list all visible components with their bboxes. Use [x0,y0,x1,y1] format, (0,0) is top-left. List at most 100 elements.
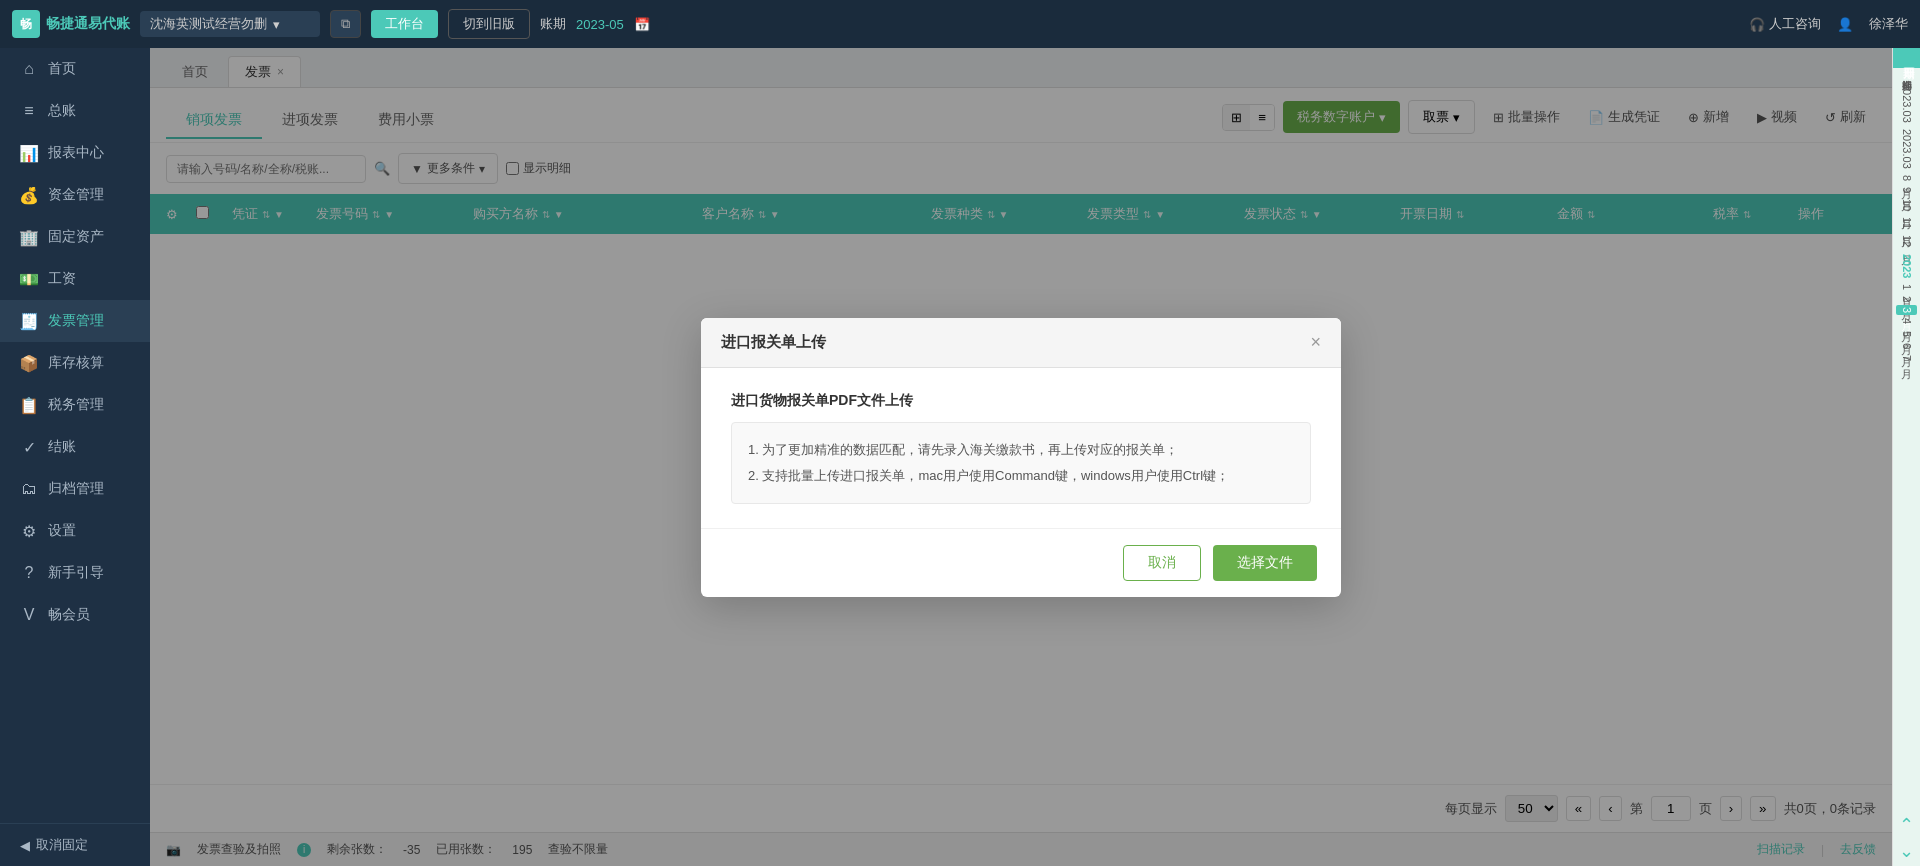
sidebar-item-invoice[interactable]: 🧾 发票管理 [0,300,150,342]
modal-section-title: 进口货物报关单PDF文件上传 [731,392,1311,410]
app-container: 畅 畅捷通易代账 沈海英测试经营勿删 ▾ ⧉ 工作台 切到旧版 账期 2023-… [0,0,1920,866]
period-1[interactable]: 1月 [1899,281,1914,293]
inventory-icon: 📦 [20,354,38,372]
sidebar-label-assets: 固定资产 [48,228,104,246]
user-name[interactable]: 徐泽华 [1869,15,1908,33]
member-icon: V [20,606,38,624]
period-6[interactable]: 6月 [1899,340,1914,352]
modal-info-item-2: 2. 支持批量上传进口报关单，mac用户使用Command键，windows用户… [748,463,1294,489]
workspace-button[interactable]: 工作台 [371,10,438,38]
period-12[interactable]: 12月 [1899,232,1914,250]
modal-info-item-1: 1. 为了更加精准的数据匹配，请先录入海关缴款书，再上传对应的报关单； [748,437,1294,463]
period-select-label: 期间选择 [1898,68,1916,76]
reports-icon: 📊 [20,144,38,162]
sidebar-item-home[interactable]: ⌂ 首页 [0,48,150,90]
expand-up-icon[interactable]: ⌃ [1899,814,1914,836]
sidebar-item-inventory[interactable]: 📦 库存核算 [0,342,150,384]
assets-icon: 🏢 [20,228,38,246]
ledger-icon: ≡ [20,102,38,120]
modal-footer: 取消 选择文件 [701,528,1341,597]
sidebar-label-tax: 税务管理 [48,396,104,414]
sidebar-label-guide: 新手引导 [48,564,104,582]
sidebar-item-settle[interactable]: ✓ 结账 [0,426,150,468]
sidebar-label-home: 首页 [48,60,76,78]
sidebar-item-settings[interactable]: ⚙ 设置 [0,510,150,552]
support-label: 人工咨询 [1769,15,1821,33]
sidebar-label-ledger: 总账 [48,102,76,120]
funds-icon: 💰 [20,186,38,204]
sidebar-label-salary: 工资 [48,270,76,288]
sidebar-item-assets[interactable]: 🏢 固定资产 [0,216,150,258]
settle-icon: ✓ [20,438,38,456]
modal-overlay[interactable]: 进口报关单上传 × 进口货物报关单PDF文件上传 1. 为了更加精准的数据匹配，… [150,48,1892,866]
cancel-button[interactable]: 取消 [1123,545,1201,581]
main-area: ⌂ 首页 ≡ 总账 📊 报表中心 💰 资金管理 🏢 固定资产 💵 工资 [0,48,1920,866]
sidebar-item-guide[interactable]: ? 新手引导 [0,552,150,594]
period-2[interactable]: 2月 [1899,293,1914,305]
sidebar-bottom: ◀ 取消固定 [0,823,150,866]
sidebar-item-funds[interactable]: 💰 资金管理 [0,174,150,216]
sidebar-item-reports[interactable]: 📊 报表中心 [0,132,150,174]
home-icon: ⌂ [20,60,38,78]
sidebar-label-inventory: 库存核算 [48,354,104,372]
period-9[interactable]: 9月 [1899,184,1914,196]
modal-body: 进口货物报关单PDF文件上传 1. 为了更加精准的数据匹配，请先录入海关缴款书，… [701,368,1341,528]
import-modal: 进口报关单上传 × 进口货物报关单PDF文件上传 1. 为了更加精准的数据匹配，… [701,318,1341,597]
sidebar-item-tax[interactable]: 📋 税务管理 [0,384,150,426]
period-3-current[interactable]: 3月 [1896,305,1917,315]
period-2023-03-range2[interactable]: 2023.03 [1901,126,1913,172]
content-area: 首页 发票 × 销项发票 进项发票 费用小 [150,48,1892,866]
calendar-icon[interactable]: 📅 [634,17,650,32]
open-date-button[interactable]: 开票日期 [1893,48,1921,68]
sidebar-item-salary[interactable]: 💵 工资 [0,258,150,300]
avatar-icon: 👤 [1837,17,1853,32]
app-name: 畅捷通易代账 [46,15,130,33]
app-logo: 畅 畅捷通易代账 [12,10,130,38]
topbar-right: 🎧 人工咨询 👤 徐泽华 [1749,15,1908,33]
sidebar-label-settle: 结账 [48,438,76,456]
cancel-fixed-label: 取消固定 [36,836,88,854]
collapse-down-icon[interactable]: ⌄ [1899,840,1914,862]
guide-icon: ? [20,564,38,582]
sidebar-label-member: 畅会员 [48,606,90,624]
sidebar-label-invoice: 发票管理 [48,312,104,330]
sidebar-label-settings: 设置 [48,522,76,540]
sidebar-label-archive: 归档管理 [48,480,104,498]
period-8[interactable]: 8月 [1899,172,1914,184]
modal-close-button[interactable]: × [1310,332,1321,353]
period-5[interactable]: 5月 [1899,328,1914,340]
sidebar-label-funds: 资金管理 [48,186,104,204]
period-value: 2023-05 [576,17,624,32]
sidebar: ⌂ 首页 ≡ 总账 📊 报表中心 💰 资金管理 🏢 固定资产 💵 工资 [0,48,150,866]
period-4[interactable]: 4月 [1899,315,1914,327]
company-selector[interactable]: 沈海英测试经营勿删 ▾ [140,11,320,37]
chevron-down-icon: ▾ [273,17,280,32]
period-label: 账期 [540,15,566,33]
sidebar-label-reports: 报表中心 [48,144,104,162]
sidebar-item-ledger[interactable]: ≡ 总账 [0,90,150,132]
period-2023-03-range1[interactable]: 2023.03 [1901,80,1913,126]
salary-icon: 💵 [20,270,38,288]
pin-icon: ◀ [20,838,30,853]
oldver-button[interactable]: 切到旧版 [448,9,530,39]
cancel-fixed-button[interactable]: ◀ 取消固定 [0,824,150,866]
right-panel: 开票日期 期间选择 2023.03 2023.03 8月 9月 10月 11月 … [1892,48,1920,866]
panel-controls: ⌃ ⌄ [1899,814,1914,862]
period-10[interactable]: 10月 [1899,196,1914,214]
period-7[interactable]: 7月 [1899,352,1914,364]
logo-icon: 畅 [12,10,40,38]
settings-icon: ⚙ [20,522,38,540]
archive-icon: 🗂 [20,480,38,498]
invoice-icon: 🧾 [20,312,38,330]
support-button[interactable]: 🎧 人工咨询 [1749,15,1821,33]
copy-button[interactable]: ⧉ [330,10,361,38]
modal-header: 进口报关单上传 × [701,318,1341,368]
modal-info-box: 1. 为了更加精准的数据匹配，请先录入海关缴款书，再上传对应的报关单； 2. 支… [731,422,1311,504]
select-file-button[interactable]: 选择文件 [1213,545,1317,581]
headset-icon: 🎧 [1749,17,1765,32]
period-2023-year[interactable]: 2023 [1901,251,1913,281]
period-11[interactable]: 11月 [1899,214,1914,232]
sidebar-item-archive[interactable]: 🗂 归档管理 [0,468,150,510]
sidebar-item-member[interactable]: V 畅会员 [0,594,150,636]
period-list: 2023.03 2023.03 8月 9月 10月 11月 12月 2023 1… [1896,76,1917,368]
